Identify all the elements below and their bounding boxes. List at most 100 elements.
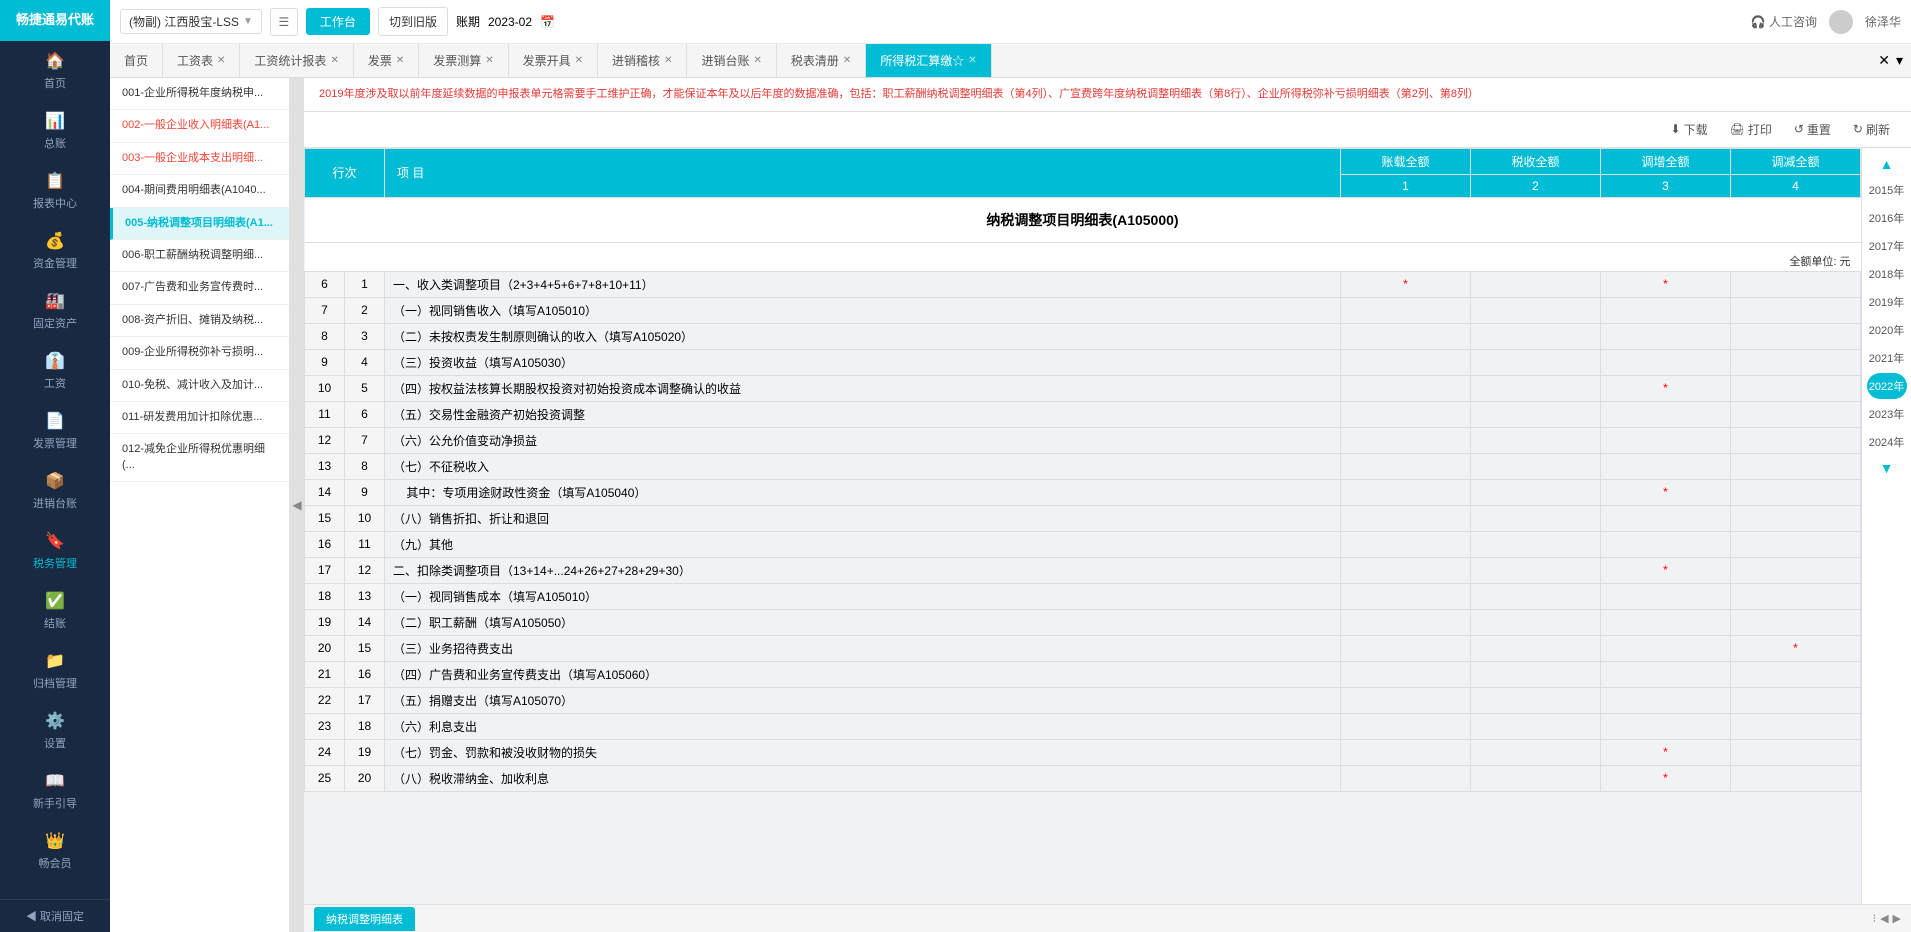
row-25-c2[interactable] [1471,765,1601,791]
left-item-006[interactable]: 006-职工薪酬纳税调整明细... [110,240,289,272]
tab-ledger[interactable]: 进销台账 ✕ [687,44,776,77]
row-23-c2[interactable] [1471,713,1601,739]
tab-ledger-close[interactable]: ✕ [753,55,761,66]
row-13-c1[interactable] [1341,453,1471,479]
tab-invoice-open-close[interactable]: ✕ [575,55,583,66]
row-9-item[interactable]: （三）投资收益（填写A105030） [385,349,1341,375]
row-7-c4[interactable] [1731,297,1861,323]
year-2024[interactable]: 2024年 [1867,429,1907,455]
row-6-c3[interactable]: * [1601,271,1731,297]
row-8-c1[interactable] [1341,323,1471,349]
row-15-c2[interactable] [1471,505,1601,531]
row-14-c2[interactable] [1471,479,1601,505]
row-10-c4[interactable] [1731,375,1861,401]
row-12-c3[interactable] [1601,427,1731,453]
row-21-c2[interactable] [1471,661,1601,687]
row-20-c4[interactable]: * [1731,635,1861,661]
row-17-c3[interactable]: * [1601,557,1731,583]
row-22-item[interactable]: （五）捐赠支出（填写A105070） [385,687,1341,713]
row-6-c4[interactable] [1731,271,1861,297]
row-8-c3[interactable] [1601,323,1731,349]
sidebar-item-home[interactable]: 🏠 首页 [0,41,110,101]
row-19-c1[interactable] [1341,609,1471,635]
table-scroll-area[interactable]: 行次 项 目 账载全额 税收全额 调增全额 调减全额 1 2 3 [304,148,1861,905]
row-23-item[interactable]: （六）利息支出 [385,713,1341,739]
row-25-c4[interactable] [1731,765,1861,791]
sidebar-item-ledger[interactable]: 📊 总账 [0,101,110,161]
left-item-003[interactable]: 003-一般企业成本支出明细... [110,143,289,175]
row-23-c4[interactable] [1731,713,1861,739]
scroll-right-btn[interactable]: ▶ [1893,912,1901,925]
row-24-c4[interactable] [1731,739,1861,765]
tab-payroll[interactable]: 工资表 ✕ [163,44,240,77]
year-nav-up[interactable]: ▲ [1877,153,1897,175]
row-22-c4[interactable] [1731,687,1861,713]
row-19-item[interactable]: （二）职工薪酬（填写A105050） [385,609,1341,635]
row-12-c4[interactable] [1731,427,1861,453]
tab-payroll-report[interactable]: 工资统计报表 ✕ [240,44,353,77]
row-15-c4[interactable] [1731,505,1861,531]
row-7-c3[interactable] [1601,297,1731,323]
tab-taxform-close[interactable]: ✕ [843,55,851,66]
row-11-c1[interactable] [1341,401,1471,427]
tab-income-tax[interactable]: 所得税汇算缴☆ ✕ [866,44,991,77]
row-8-c2[interactable] [1471,323,1601,349]
sidebar-pin-toggle[interactable]: ◀ 取消固定 [0,899,110,932]
row-10-c1[interactable] [1341,375,1471,401]
row-20-item[interactable]: （三）业务招待费支出 [385,635,1341,661]
row-7-item[interactable]: （一）视同销售收入（填写A105010） [385,297,1341,323]
row-7-c2[interactable] [1471,297,1601,323]
tab-invoice-open[interactable]: 发票开具 ✕ [509,44,598,77]
row-16-c2[interactable] [1471,531,1601,557]
row-21-c4[interactable] [1731,661,1861,687]
row-16-c4[interactable] [1731,531,1861,557]
year-2023[interactable]: 2023年 [1867,401,1907,427]
sidebar-item-tax[interactable]: 🔖 税务管理 [0,521,110,581]
company-selector[interactable]: (物副) 江西股宝-LSS ▼ [120,9,262,34]
year-2021[interactable]: 2021年 [1867,345,1907,371]
sidebar-item-close[interactable]: ✅ 结账 [0,581,110,641]
row-18-c4[interactable] [1731,583,1861,609]
row-17-c2[interactable] [1471,557,1601,583]
sidebar-item-payroll[interactable]: 👔 工资 [0,341,110,401]
year-2015[interactable]: 2015年 [1867,177,1907,203]
sidebar-item-guide[interactable]: 📖 新手引导 [0,761,110,821]
reset-btn[interactable]: ↺ 重置 [1788,118,1837,141]
row-10-c2[interactable] [1471,375,1601,401]
print-btn[interactable]: 🖨 打印 [1724,118,1778,141]
row-20-c3[interactable] [1601,635,1731,661]
row-13-item[interactable]: （七）不征税收入 [385,453,1341,479]
year-nav-down[interactable]: ▼ [1877,457,1897,479]
year-2016[interactable]: 2016年 [1867,205,1907,231]
row-17-item[interactable]: 二、扣除类调整项目（13+14+...24+26+27+28+29+30） [385,557,1341,583]
app-logo[interactable]: 畅捷通易代账 [0,0,110,41]
tab-invoice-close[interactable]: ✕ [396,55,404,66]
row-21-c3[interactable] [1601,661,1731,687]
year-2018[interactable]: 2018年 [1867,261,1907,287]
row-9-c3[interactable] [1601,349,1731,375]
row-13-c3[interactable] [1601,453,1731,479]
row-18-c3[interactable] [1601,583,1731,609]
row-17-c4[interactable] [1731,557,1861,583]
row-19-c4[interactable] [1731,609,1861,635]
tab-check[interactable]: 进销稽核 ✕ [598,44,687,77]
row-23-c1[interactable] [1341,713,1471,739]
service-btn[interactable]: 🎧 人工咨询 [1751,13,1817,30]
left-item-005[interactable]: 005-纳税调整项目明细表(A1... [110,208,289,240]
row-11-item[interactable]: （五）交易性金融资产初始投资调整 [385,401,1341,427]
row-25-item[interactable]: （八）税收滞纳金、加收利息 [385,765,1341,791]
tab-invoice-calc-close[interactable]: ✕ [485,55,493,66]
year-2017[interactable]: 2017年 [1867,233,1907,259]
tab-payroll-close[interactable]: ✕ [217,55,225,66]
left-item-001[interactable]: 001-企业所得税年度纳税申... [110,78,289,110]
sidebar-item-archive[interactable]: 📁 归档管理 [0,641,110,701]
row-14-c1[interactable] [1341,479,1471,505]
tab-home[interactable]: 首页 [110,44,163,77]
row-13-c2[interactable] [1471,453,1601,479]
row-15-c1[interactable] [1341,505,1471,531]
row-6-c2[interactable] [1471,271,1601,297]
row-13-c4[interactable] [1731,453,1861,479]
tab-income-tax-close[interactable]: ✕ [968,55,976,66]
row-14-item[interactable]: 其中：专项用途财政性资金（填写A105040） [385,479,1341,505]
row-7-c1[interactable] [1341,297,1471,323]
